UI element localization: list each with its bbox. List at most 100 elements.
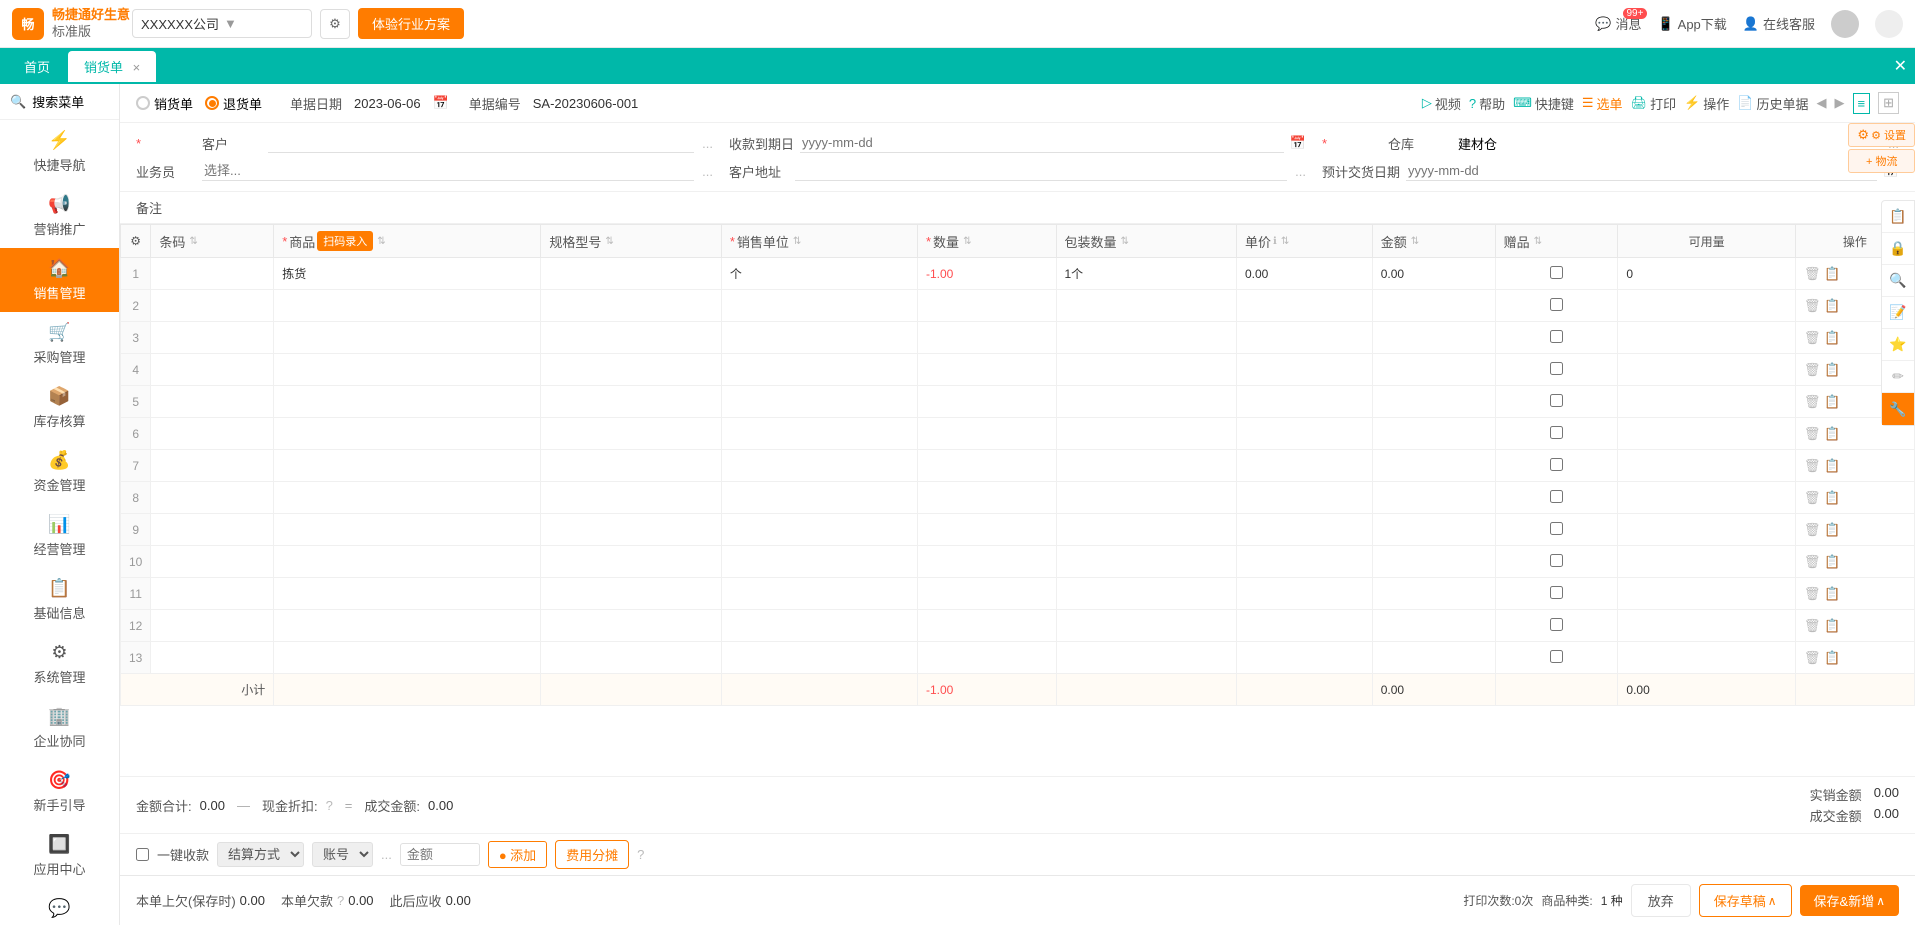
- copy-row-icon[interactable]: 📋: [1824, 522, 1840, 538]
- payment-help-icon[interactable]: ?: [637, 847, 644, 862]
- toolbar-history[interactable]: 📄 历史单据: [1737, 94, 1808, 113]
- sidebar-item-guide[interactable]: 🎯 新手引导: [0, 760, 119, 824]
- abandon-button[interactable]: 放弃: [1631, 884, 1691, 917]
- copy-row-icon[interactable]: 📋: [1824, 426, 1840, 442]
- toolbar-video[interactable]: ▷ 视频: [1422, 94, 1461, 113]
- gift-checkbox[interactable]: [1550, 554, 1563, 567]
- sidebar-item-enterprise[interactable]: 🏢 企业协同: [0, 696, 119, 760]
- copy-row-icon[interactable]: 📋: [1824, 330, 1840, 346]
- gift-checkbox[interactable]: [1550, 458, 1563, 471]
- sidebar-item-inventory[interactable]: 📦 库存核算: [0, 376, 119, 440]
- cell-unit-price[interactable]: 0.00: [1237, 258, 1373, 290]
- cell-quantity[interactable]: -1.00: [917, 258, 1056, 290]
- remark-input[interactable]: [168, 200, 1899, 215]
- copy-row-icon[interactable]: 📋: [1824, 554, 1840, 570]
- payment-date-calendar-icon[interactable]: 📅: [1290, 135, 1306, 151]
- close-all-tabs-icon[interactable]: ✕: [1894, 56, 1907, 76]
- gift-checkbox[interactable]: [1550, 362, 1563, 375]
- cell-product[interactable]: 拣货: [274, 258, 541, 290]
- copy-row-icon[interactable]: 📋: [1824, 394, 1840, 410]
- salesperson-input[interactable]: [202, 161, 694, 181]
- toolbar-print[interactable]: 🖨 打印: [1631, 94, 1677, 113]
- toolbar-help[interactable]: ? 帮助: [1469, 94, 1505, 113]
- float-icon-doc[interactable]: 📋: [1882, 201, 1914, 233]
- sidebar-item-sales[interactable]: 🏠 销售管理: [0, 248, 119, 312]
- gift-checkbox[interactable]: [1550, 586, 1563, 599]
- col-settings[interactable]: ⚙: [121, 225, 151, 258]
- expense-split-button[interactable]: 费用分摊: [555, 840, 629, 869]
- gift-checkbox[interactable]: [1550, 298, 1563, 311]
- prev-icon[interactable]: ◀: [1817, 95, 1827, 111]
- tab-close-icon[interactable]: ×: [133, 60, 141, 75]
- gift-checkbox[interactable]: [1550, 426, 1563, 439]
- trial-button[interactable]: 体验行业方案: [358, 8, 464, 39]
- copy-row-icon[interactable]: 📋: [1824, 266, 1840, 282]
- arrow-up-icon-2[interactable]: ∧: [1876, 894, 1885, 908]
- sidebar-item-wechat[interactable]: 💬 企业微信: [0, 888, 119, 925]
- copy-row-icon[interactable]: 📋: [1824, 362, 1840, 378]
- customer-dots[interactable]: ...: [702, 136, 713, 151]
- float-icon-pen[interactable]: ✏: [1882, 361, 1914, 393]
- avatar-extra[interactable]: [1875, 10, 1903, 38]
- gift-checkbox[interactable]: [1550, 618, 1563, 631]
- gift-checkbox[interactable]: [1550, 394, 1563, 407]
- radio-return-order[interactable]: 退货单: [205, 94, 262, 113]
- toolbar-shortcut[interactable]: ⌨ 快捷键: [1513, 94, 1574, 113]
- float-icon-lock[interactable]: 🔒: [1882, 233, 1914, 265]
- copy-row-icon[interactable]: 📋: [1824, 650, 1840, 666]
- delete-row-icon[interactable]: 🗑: [1804, 554, 1821, 570]
- copy-row-icon[interactable]: 📋: [1824, 298, 1840, 314]
- tab-home[interactable]: 首页: [8, 51, 66, 82]
- total-owe-help-icon[interactable]: ?: [337, 893, 344, 908]
- salesperson-dots[interactable]: ...: [702, 164, 713, 179]
- tab-sales-order[interactable]: 销货单 ×: [68, 51, 156, 82]
- float-icon-edit[interactable]: 📝: [1882, 297, 1914, 329]
- delete-row-icon[interactable]: 🗑: [1804, 298, 1821, 314]
- arrow-up-icon[interactable]: ∧: [1768, 894, 1777, 908]
- delete-row-icon[interactable]: 🗑: [1804, 522, 1821, 538]
- gift-checkbox[interactable]: [1550, 266, 1563, 279]
- sidebar-item-quick-nav[interactable]: ⚡ 快捷导航: [0, 120, 119, 184]
- customer-addr-input[interactable]: [795, 161, 1287, 181]
- save-draft-button[interactable]: 保存草稿 ∧: [1699, 884, 1792, 917]
- grid-view-icon[interactable]: ⊞: [1878, 92, 1899, 114]
- list-view-icon[interactable]: ≡: [1853, 93, 1871, 114]
- cell-spec[interactable]: [541, 258, 722, 290]
- delete-row-icon[interactable]: 🗑: [1804, 458, 1821, 474]
- delete-row-icon[interactable]: 🗑: [1804, 650, 1821, 666]
- delete-row-icon[interactable]: 🗑: [1804, 586, 1821, 602]
- sidebar-item-operation[interactable]: 📊 经营管理: [0, 504, 119, 568]
- calendar-icon[interactable]: 📅: [433, 95, 449, 111]
- company-selector[interactable]: XXXXXX公司 ▼: [132, 9, 312, 38]
- addr-dots[interactable]: ...: [1295, 164, 1306, 179]
- cell-sales-unit[interactable]: 个: [721, 258, 917, 290]
- logistics-button[interactable]: + 物流: [1848, 149, 1915, 173]
- sidebar-item-app-center[interactable]: 🔲 应用中心: [0, 824, 119, 888]
- one-click-payment-checkbox[interactable]: [136, 848, 149, 861]
- gift-checkbox[interactable]: [1550, 490, 1563, 503]
- cell-amount[interactable]: 0.00: [1372, 258, 1495, 290]
- copy-row-icon[interactable]: 📋: [1824, 618, 1840, 634]
- gift-checkbox[interactable]: [1550, 650, 1563, 663]
- cell-pack-qty[interactable]: 1个: [1056, 258, 1237, 290]
- delete-row-icon[interactable]: 🗑: [1804, 618, 1821, 634]
- copy-row-icon[interactable]: 📋: [1824, 458, 1840, 474]
- delete-row-icon[interactable]: 🗑: [1804, 394, 1821, 410]
- app-download-button[interactable]: 📱 App下载: [1657, 14, 1726, 33]
- help-icon[interactable]: ?: [326, 798, 333, 813]
- calc-method-select[interactable]: 结算方式: [217, 842, 304, 867]
- toolbar-action[interactable]: ⚡ 操作: [1684, 94, 1729, 113]
- delete-row-icon[interactable]: 🗑: [1804, 362, 1821, 378]
- gift-checkbox[interactable]: [1550, 330, 1563, 343]
- delete-row-icon[interactable]: 🗑: [1804, 330, 1821, 346]
- sidebar-search[interactable]: 🔍 搜索菜单: [0, 84, 119, 120]
- sidebar-item-finance[interactable]: 💰 资金管理: [0, 440, 119, 504]
- float-icon-tool[interactable]: 🔧: [1882, 393, 1914, 425]
- sidebar-item-purchase[interactable]: 🛒 采购管理: [0, 312, 119, 376]
- delete-row-icon[interactable]: 🗑: [1804, 266, 1821, 282]
- payment-date-input[interactable]: [800, 133, 1284, 153]
- scan-button[interactable]: 扫码录入: [317, 231, 373, 251]
- cell-gift[interactable]: [1495, 258, 1618, 290]
- float-icon-star[interactable]: ⭐: [1882, 329, 1914, 361]
- sidebar-item-marketing[interactable]: 📢 营销推广: [0, 184, 119, 248]
